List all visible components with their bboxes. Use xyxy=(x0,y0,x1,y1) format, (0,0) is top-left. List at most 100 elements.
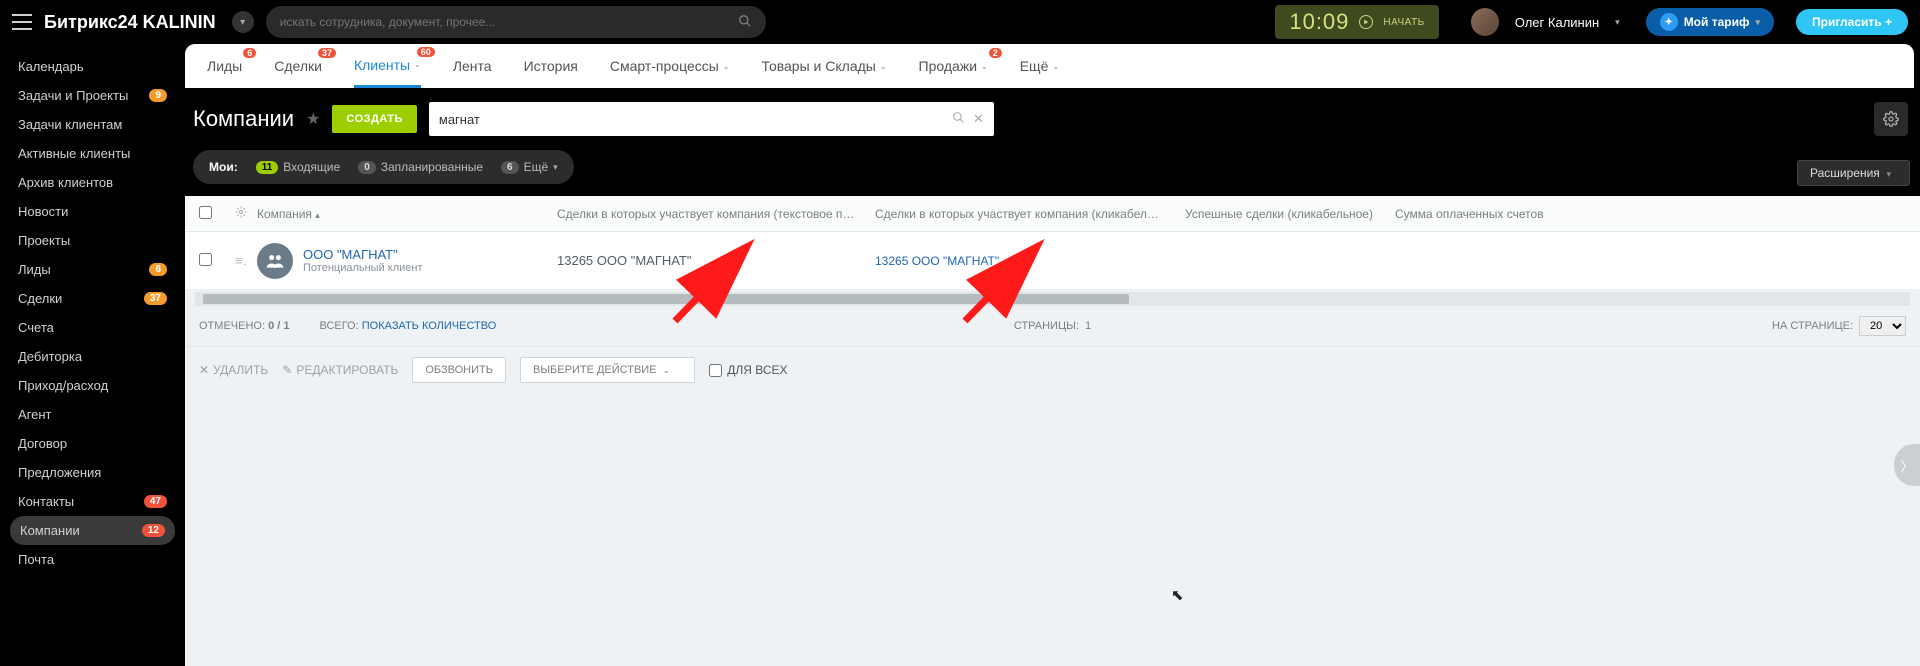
grid-settings-icon[interactable] xyxy=(225,206,247,221)
create-button[interactable]: СОЗДАТЬ xyxy=(332,105,416,133)
sidebar-item-12[interactable]: Агент xyxy=(0,400,185,429)
pill-incoming[interactable]: 11 Входящие xyxy=(256,160,340,174)
sidebar-item-label: Календарь xyxy=(18,59,84,74)
sidebar-item-label: Проекты xyxy=(18,233,70,248)
side-floater-icon[interactable]: 〉 xyxy=(1894,444,1920,486)
sidebar-item-16[interactable]: Компании 12 xyxy=(10,516,175,545)
pill-planned[interactable]: 0 Запланированные xyxy=(358,160,483,174)
chevron-down-icon: ⌄ xyxy=(981,62,988,71)
pill-more[interactable]: 6 Ещё ▾ xyxy=(501,160,558,174)
delete-action: ✕ УДАЛИТЬ xyxy=(199,363,268,377)
plan-star-icon: ✦ xyxy=(1660,13,1678,31)
grid: Компания ▴ Сделки в которых участвует ко… xyxy=(185,196,1920,666)
global-search-input[interactable] xyxy=(280,15,738,29)
col-deals-text[interactable]: Сделки в которых участвует компания (тек… xyxy=(547,207,865,221)
horizontal-scrollbar[interactable] xyxy=(195,292,1910,306)
clock-widget[interactable]: 10:09 НАЧАТЬ xyxy=(1275,5,1438,39)
sidebar-item-3[interactable]: Активные клиенты xyxy=(0,139,185,168)
extensions-button[interactable]: Расширения ▾ xyxy=(1797,160,1910,186)
tab-2[interactable]: Клиенты⌄60 xyxy=(354,45,421,88)
favorite-star-icon[interactable]: ★ xyxy=(306,109,320,129)
row-menu-icon[interactable]: ≡ xyxy=(225,253,247,268)
chevron-down-icon: ⌄ xyxy=(414,60,421,69)
sidebar-item-11[interactable]: Приход/расход xyxy=(0,371,185,400)
filter-clear-icon[interactable]: ✕ xyxy=(973,111,984,127)
cell-deal-link[interactable]: 13265 ООО "МАГНАТ" xyxy=(875,254,999,268)
tab-row: Лиды6 Сделки37 Клиенты⌄60 Лента История Смарт… xyxy=(185,44,1914,88)
col-paid[interactable]: Сумма оплаченных счетов xyxy=(1385,207,1565,221)
portal-chevron-icon[interactable]: ▾ xyxy=(232,11,254,33)
perpage-select[interactable]: 20 xyxy=(1859,316,1906,336)
tab-3[interactable]: Лента xyxy=(453,46,492,86)
select-action-dropdown[interactable]: ВЫБЕРИТЕ ДЕЙСТВИЕ ⌄ xyxy=(520,357,695,383)
tab-5[interactable]: Смарт-процессы⌄ xyxy=(610,46,730,86)
sidebar-item-label: Сделки xyxy=(18,291,62,306)
company-avatar-icon xyxy=(257,243,293,279)
tab-4[interactable]: История xyxy=(524,46,578,86)
sidebar-item-4[interactable]: Архив клиентов xyxy=(0,168,185,197)
select-all-checkbox[interactable] xyxy=(199,206,212,219)
global-search[interactable] xyxy=(266,6,766,38)
sidebar-item-label: Счета xyxy=(18,320,54,335)
chevron-down-icon: ⌄ xyxy=(880,62,887,71)
sidebar-item-10[interactable]: Дебиторка xyxy=(0,342,185,371)
call-button[interactable]: ОБЗВОНИТЬ xyxy=(412,357,506,383)
filter-search-icon[interactable] xyxy=(952,111,965,127)
settings-gear-icon[interactable] xyxy=(1874,102,1908,136)
sidebar-item-label: Приход/расход xyxy=(18,378,108,393)
sidebar-item-2[interactable]: Задачи клиентам xyxy=(0,110,185,139)
sidebar-item-14[interactable]: Предложения xyxy=(0,458,185,487)
filter-search[interactable]: ✕ xyxy=(429,102,994,136)
company-name-link[interactable]: ООО "МАГНАТ" xyxy=(303,247,423,262)
tab-1[interactable]: Сделки37 xyxy=(274,46,322,86)
tab-badge: 60 xyxy=(417,47,435,57)
sidebar-item-label: Новости xyxy=(18,204,68,219)
tab-7[interactable]: Продажи⌄2 xyxy=(919,46,988,86)
logo[interactable]: Битрикс24 KALININ xyxy=(44,12,216,33)
table-row[interactable]: ≡ ООО "МАГНАТ" Потенциальный клиент 1326… xyxy=(185,232,1920,290)
plan-caret-icon: ▾ xyxy=(1755,17,1760,28)
sidebar-item-1[interactable]: Задачи и Проекты9 xyxy=(0,81,185,110)
clock-label: НАЧАТЬ xyxy=(1383,17,1424,28)
clock-time: 10:09 xyxy=(1289,9,1349,35)
tab-8[interactable]: Ещё⌄ xyxy=(1020,46,1059,86)
col-success[interactable]: Успешные сделки (кликабельное) xyxy=(1175,207,1385,221)
avatar[interactable] xyxy=(1471,8,1499,36)
grid-header: Компания ▴ Сделки в которых участвует ко… xyxy=(185,196,1920,232)
col-deals-link[interactable]: Сделки в которых участвует компания (кли… xyxy=(865,207,1175,221)
sidebar-item-label: Лиды xyxy=(18,262,51,277)
edit-action: ✎ РЕДАКТИРОВАТЬ xyxy=(282,363,398,377)
search-icon[interactable] xyxy=(738,14,752,31)
row-checkbox[interactable] xyxy=(199,253,212,266)
sidebar-item-7[interactable]: Лиды6 xyxy=(0,255,185,284)
sidebar-item-13[interactable]: Договор xyxy=(0,429,185,458)
invite-button[interactable]: Пригласить + xyxy=(1796,9,1908,35)
sidebar-item-17[interactable]: Почта xyxy=(0,545,185,574)
sidebar-item-9[interactable]: Счета xyxy=(0,313,185,342)
for-all-checkbox[interactable]: ДЛЯ ВСЕХ xyxy=(709,363,787,377)
sidebar-item-0[interactable]: Календарь xyxy=(0,52,185,81)
sidebar-item-label: Компании xyxy=(20,523,80,538)
chevron-down-icon: ▾ xyxy=(553,162,558,173)
tab-badge: 2 xyxy=(989,48,1002,58)
user-caret-icon[interactable]: ▾ xyxy=(1615,17,1620,28)
col-company[interactable]: Компания ▴ xyxy=(247,207,547,221)
sidebar-item-8[interactable]: Сделки37 xyxy=(0,284,185,313)
plan-button[interactable]: ✦ Мой тариф ▾ xyxy=(1646,8,1774,36)
sidebar-badge: 12 xyxy=(142,524,165,537)
company-subtitle: Потенциальный клиент xyxy=(303,262,423,274)
sidebar-item-label: Агент xyxy=(18,407,52,422)
action-bar: ✕ УДАЛИТЬ ✎ РЕДАКТИРОВАТЬ ОБЗВОНИТЬ ВЫБЕ… xyxy=(185,346,1920,393)
tab-0[interactable]: Лиды6 xyxy=(207,46,242,86)
username[interactable]: Олег Калинин xyxy=(1515,15,1599,30)
filter-input[interactable] xyxy=(439,112,952,127)
tab-6[interactable]: Товары и Склады⌄ xyxy=(762,46,887,86)
pill-my: Мои: xyxy=(209,160,238,174)
menu-icon[interactable] xyxy=(12,14,32,30)
sidebar-item-5[interactable]: Новости xyxy=(0,197,185,226)
sidebar-item-6[interactable]: Проекты xyxy=(0,226,185,255)
chevron-down-icon: ⌄ xyxy=(1052,62,1059,71)
show-count-link[interactable]: ПОКАЗАТЬ КОЛИЧЕСТВО xyxy=(362,320,497,332)
cursor-icon: ⬉ xyxy=(1171,586,1184,604)
sidebar-item-15[interactable]: Контакты47 xyxy=(0,487,185,516)
